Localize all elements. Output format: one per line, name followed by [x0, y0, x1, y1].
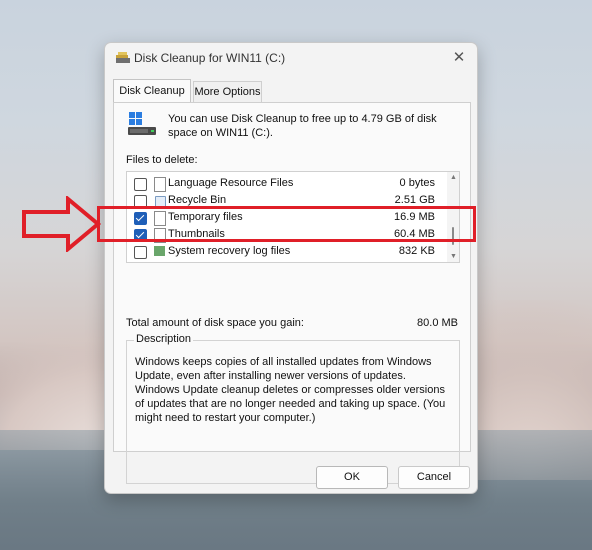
arrow-annotation-icon [22, 196, 102, 252]
highlight-box [97, 206, 476, 242]
disk-cleanup-dialog: Disk Cleanup for WIN11 (C:) ✕ Disk Clean… [104, 42, 478, 494]
system-icon [154, 246, 165, 256]
total-gain-value: 80.0 MB [417, 317, 458, 329]
cancel-button[interactable]: Cancel [398, 466, 470, 489]
total-gain-label: Total amount of disk space you gain: [126, 317, 304, 329]
scroll-up-icon[interactable]: ▲ [450, 174, 457, 181]
ok-button[interactable]: OK [316, 466, 388, 489]
list-item[interactable]: System recovery log files 832 KB [127, 243, 445, 260]
file-category-size: 2.51 GB [394, 194, 435, 206]
tab-more-options[interactable]: More Options [193, 81, 262, 102]
files-to-delete-label: Files to delete: [126, 154, 198, 166]
close-button[interactable]: ✕ [449, 48, 469, 68]
tab-panel: You can use Disk Cleanup to free up to 4… [113, 102, 471, 484]
description-legend: Description [134, 333, 194, 345]
checkbox[interactable] [134, 246, 147, 259]
tab-disk-cleanup[interactable]: Disk Cleanup [113, 79, 191, 102]
file-category-size: 832 KB [398, 245, 435, 257]
list-item[interactable]: Language Resource Files 0 bytes [127, 175, 445, 192]
window-title: Disk Cleanup for WIN11 (C:) [134, 51, 286, 65]
scroll-down-icon[interactable]: ▼ [450, 253, 457, 260]
checkbox[interactable] [134, 178, 147, 191]
file-category-name: System recovery log files [168, 245, 291, 257]
file-category-name: Recycle Bin [168, 194, 227, 206]
description-group: Description Windows keeps copies of all … [126, 333, 460, 484]
intro-text: You can use Disk Cleanup to free up to 4… [168, 113, 437, 139]
file-category-name: Language Resource Files [168, 177, 294, 189]
file-icon [154, 177, 166, 192]
description-text: Windows keeps copies of all installed up… [135, 356, 446, 424]
disk-cleanup-icon [116, 52, 130, 63]
drive-icon [128, 112, 156, 135]
file-category-size: 0 bytes [399, 177, 435, 189]
title-bar: Disk Cleanup for WIN11 (C:) ✕ [105, 43, 477, 73]
